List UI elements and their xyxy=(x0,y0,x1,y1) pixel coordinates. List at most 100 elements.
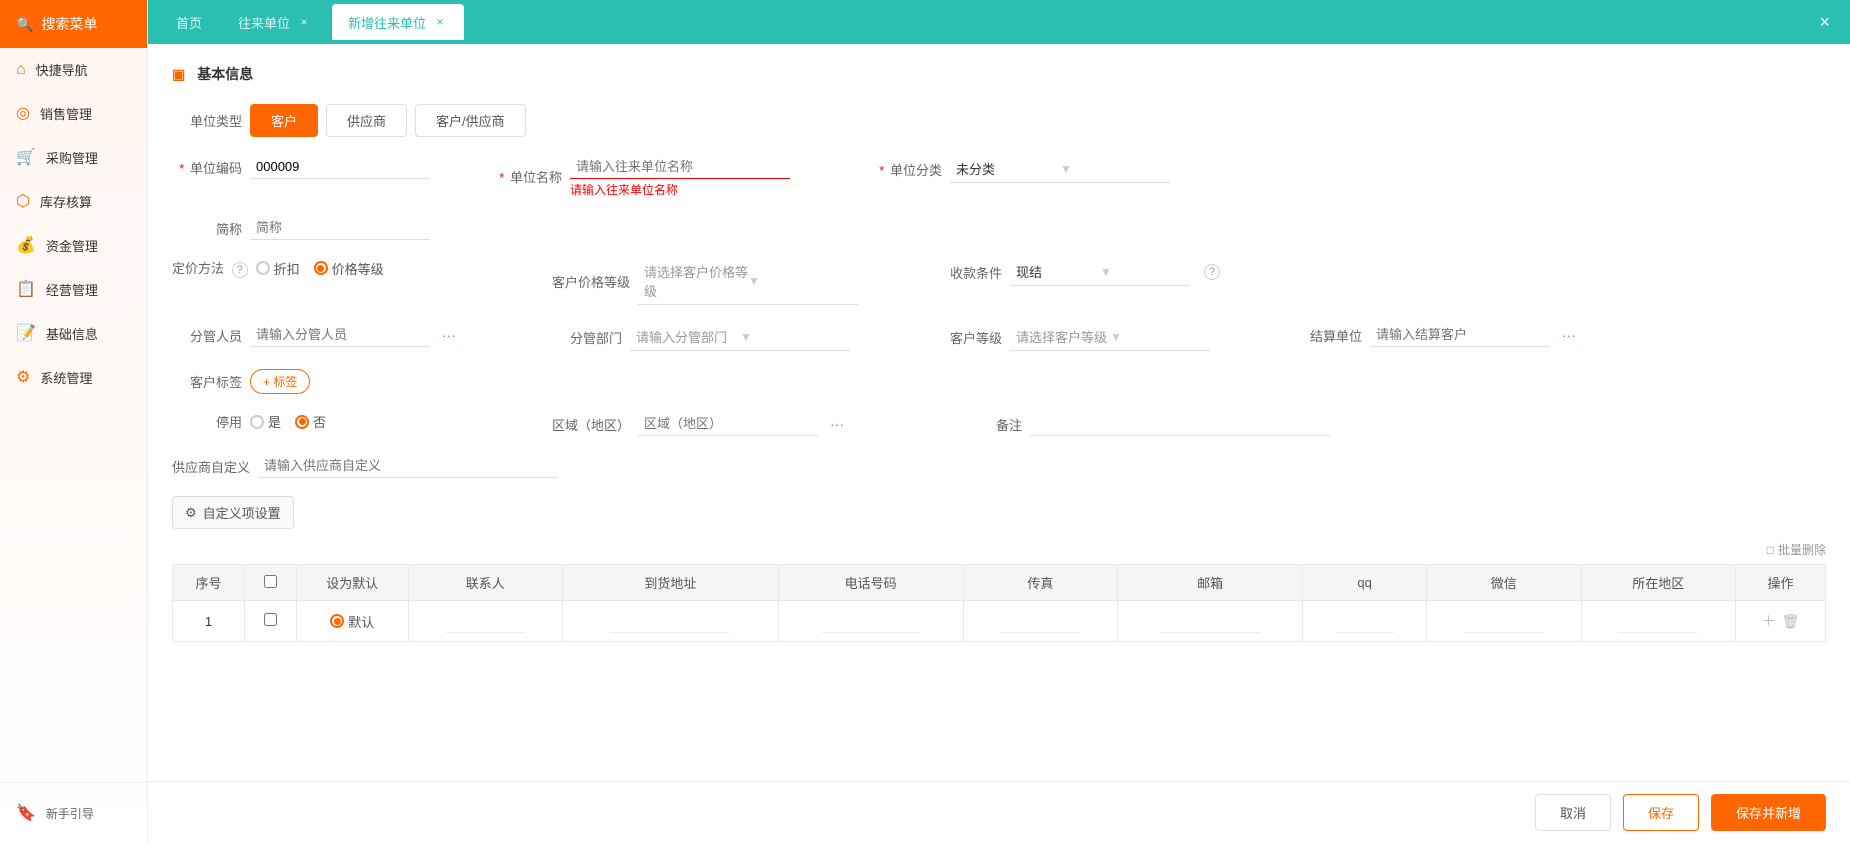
settlement-more-btn[interactable]: ··· xyxy=(1558,327,1580,343)
sidebar-item-purchase[interactable]: 🛒 采购管理 xyxy=(0,135,147,179)
sidebar-item-label: 资金管理 xyxy=(46,236,98,255)
manager-input[interactable] xyxy=(250,323,430,347)
email-input[interactable] xyxy=(1160,609,1260,633)
sidebar-item-quick-nav[interactable]: ⌂ 快捷导航 xyxy=(0,48,147,91)
save-button[interactable]: 保存 xyxy=(1623,794,1699,831)
form-content: ▣ 基本信息 单位类型 客户 供应商 客户/供应商 * 单位编码 xyxy=(148,44,1850,781)
sidebar-item-operation[interactable]: 📋 经营管理 xyxy=(0,267,147,311)
pricing-label: 定价方法 ? xyxy=(172,258,248,278)
sidebar-item-guide[interactable]: 🔖 新手引导 xyxy=(0,791,147,835)
qq-input[interactable] xyxy=(1335,609,1395,633)
pricing-discount-radio[interactable] xyxy=(256,261,270,275)
section-title-text: 基本信息 xyxy=(197,64,253,84)
tab-new-partner-close[interactable]: × xyxy=(432,14,448,30)
table-body: 1 默认 xyxy=(173,601,1826,642)
sidebar-item-basic[interactable]: 📝 基础信息 xyxy=(0,311,147,355)
supplier-custom-input[interactable] xyxy=(258,454,558,478)
category-select[interactable]: 未分类 ▼ xyxy=(950,155,1170,183)
tab-partners[interactable]: 往来单位 × xyxy=(222,4,328,40)
phone-input[interactable] xyxy=(821,609,921,633)
pricing-price-level[interactable]: 价格等级 xyxy=(314,259,384,278)
sidebar-item-inventory[interactable]: ⬡ 库存核算 xyxy=(0,179,147,223)
system-icon: ⚙ xyxy=(16,367,30,387)
th-wechat: 微信 xyxy=(1427,565,1581,601)
wechat-input[interactable] xyxy=(1464,609,1544,633)
region-field: 区域（地区） ··· xyxy=(552,412,952,436)
guide-icon: 🔖 xyxy=(16,803,36,823)
customer-level-select[interactable]: 请选择客户等级 ▼ xyxy=(1010,323,1210,351)
payment-terms-select[interactable]: 现结 ▼ xyxy=(1010,258,1190,286)
pricing-discount[interactable]: 折扣 xyxy=(256,259,300,278)
unit-btn-supplier[interactable]: 供应商 xyxy=(326,104,407,137)
name-input[interactable] xyxy=(570,155,790,179)
sidebar-search[interactable]: 🔍 搜索菜单 xyxy=(0,0,147,48)
short-name-row: 简称 xyxy=(172,216,1826,240)
tab-home[interactable]: 首页 xyxy=(160,4,218,40)
inventory-icon: ⬡ xyxy=(16,191,30,211)
cancel-button[interactable]: 取消 xyxy=(1535,794,1611,831)
sidebar-item-sales[interactable]: ◎ 销售管理 xyxy=(0,91,147,135)
tags-field: 客户标签 + 标签 xyxy=(172,369,1826,394)
unit-btn-customer[interactable]: 客户 xyxy=(250,104,318,137)
department-select[interactable]: 请输入分管部门 ▼ xyxy=(630,323,850,351)
tab-bar: 首页 往来单位 × 新增往来单位 × × xyxy=(148,0,1850,44)
supplier-custom-field: 供应商自定义 xyxy=(172,454,1826,478)
tab-partners-close[interactable]: × xyxy=(296,14,312,30)
settlement-label: 结算单位 xyxy=(1292,326,1362,345)
finance-icon: 💰 xyxy=(16,235,36,255)
customer-price-level-select[interactable]: 请选择客户价格等级 ▼ xyxy=(638,258,858,305)
row-select-checkbox[interactable] xyxy=(264,613,277,626)
select-all-checkbox[interactable] xyxy=(264,575,277,588)
sidebar-item-label: 基础信息 xyxy=(46,324,98,343)
disabled-no-radio[interactable] xyxy=(295,415,309,429)
settlement-input[interactable] xyxy=(1370,323,1550,347)
row-fax xyxy=(963,601,1117,642)
short-name-input[interactable] xyxy=(250,216,430,240)
sidebar-item-label: 采购管理 xyxy=(46,148,98,167)
region-more-btn[interactable]: ··· xyxy=(826,416,848,432)
sidebar-item-label: 快捷导航 xyxy=(36,60,88,79)
contact-input[interactable] xyxy=(445,609,525,633)
cust-level-arrow: ▼ xyxy=(1110,330,1204,344)
batch-delete-label[interactable]: 批量删除 xyxy=(1778,541,1826,558)
category-arrow: ▼ xyxy=(1060,162,1164,176)
unit-btn-both[interactable]: 客户/供应商 xyxy=(415,104,526,137)
tab-bar-close-btn[interactable]: × xyxy=(1811,8,1838,37)
add-tag-btn[interactable]: + 标签 xyxy=(250,369,310,394)
manager-more-btn[interactable]: ··· xyxy=(438,327,460,343)
location-input[interactable] xyxy=(1618,609,1698,633)
sidebar-item-system[interactable]: ⚙ 系统管理 xyxy=(0,355,147,399)
address-input[interactable] xyxy=(610,609,730,633)
tab-new-partner[interactable]: 新增往来单位 × xyxy=(332,4,464,40)
code-input[interactable] xyxy=(250,155,430,179)
remark-input[interactable] xyxy=(1030,412,1330,436)
add-row-btn[interactable]: ＋ xyxy=(1762,611,1776,631)
customer-price-level-label: 客户价格等级 xyxy=(552,272,630,291)
row-default-radio[interactable] xyxy=(330,614,344,628)
disabled-yes-radio[interactable] xyxy=(250,415,264,429)
customer-level-label: 客户等级 xyxy=(932,328,1002,347)
sidebar-item-finance[interactable]: 💰 资金管理 xyxy=(0,223,147,267)
name-error-msg: 请输入往来单位名称 xyxy=(570,181,790,198)
supplier-custom-row: 供应商自定义 xyxy=(172,454,1826,478)
custom-settings-btn[interactable]: ⚙ 自定义项设置 xyxy=(172,496,294,529)
delete-row-btn[interactable]: 🗑 xyxy=(1782,613,1800,630)
form-footer: 取消 保存 保存并新增 xyxy=(148,781,1850,843)
tags-row: 客户标签 + 标签 xyxy=(172,369,1826,394)
pricing-price-level-radio[interactable] xyxy=(314,261,328,275)
dept-arrow: ▼ xyxy=(740,330,844,344)
payment-arrow: ▼ xyxy=(1100,265,1184,279)
payment-help-icon[interactable]: ? xyxy=(1204,264,1220,280)
pricing-field: 定价方法 ? 折扣 价格等级 xyxy=(172,258,552,278)
manager-row: 分管人员 ··· 分管部门 请输入分管部门 ▼ 客户等级 请选择客户等级 ▼ 结… xyxy=(172,323,1826,351)
disabled-no[interactable]: 否 xyxy=(295,412,326,431)
row-default-radio-label[interactable]: 默认 xyxy=(307,612,398,631)
disabled-yes[interactable]: 是 xyxy=(250,412,281,431)
row-actions: ＋ 🗑 xyxy=(1736,601,1826,642)
th-checkbox xyxy=(244,565,296,601)
fax-input[interactable] xyxy=(1000,609,1080,633)
region-input[interactable] xyxy=(638,412,818,436)
remark-label: 备注 xyxy=(952,415,1022,434)
save-new-button[interactable]: 保存并新增 xyxy=(1711,794,1826,831)
pricing-help-icon[interactable]: ? xyxy=(232,262,248,278)
